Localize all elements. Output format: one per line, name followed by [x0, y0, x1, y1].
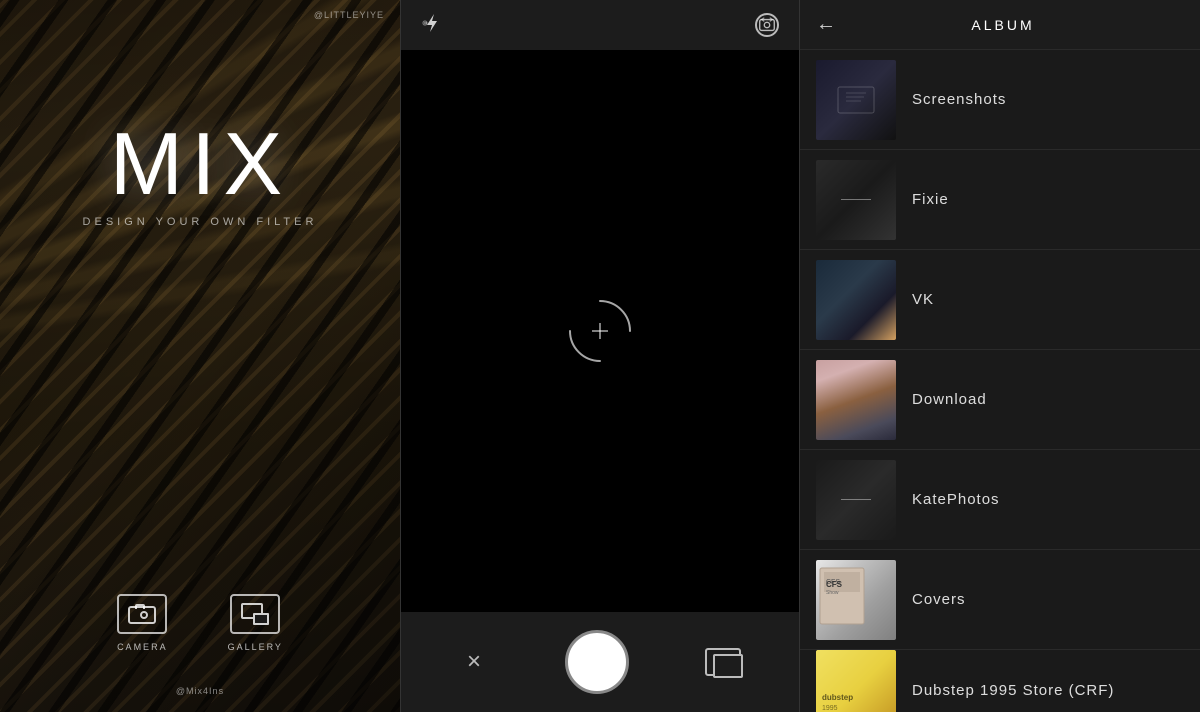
shutter-button[interactable] — [565, 630, 629, 694]
camera-viewfinder — [401, 50, 799, 612]
album-item-download[interactable]: Download — [800, 350, 1200, 450]
flip-camera-icon[interactable] — [755, 13, 779, 37]
gallery-picker-button[interactable] — [705, 648, 741, 676]
left-panel: @LITTLEYIYE MIX DESIGN YOUR OWN FILTER C… — [0, 0, 400, 712]
album-thumb-vk — [816, 260, 896, 340]
flash-icon[interactable] — [421, 12, 443, 39]
album-name-fixie: Fixie — [912, 191, 949, 208]
top-credit: @LITTLEYIYE — [314, 10, 384, 20]
camera-button[interactable]: CAMERA — [117, 594, 168, 652]
right-panel: ← ALBUM Screenshots — [800, 0, 1200, 712]
svg-text:Show: Show — [826, 590, 839, 596]
svg-text:dubstep: dubstep — [822, 693, 853, 702]
crosshair — [592, 323, 608, 339]
camera-lens — [140, 611, 148, 619]
app-subtitle: DESIGN YOUR OWN FILTER — [83, 216, 318, 228]
svg-text:1995: 1995 — [822, 705, 838, 712]
camera-bottom-bar: × — [401, 612, 799, 712]
focus-spinner — [560, 291, 640, 371]
album-thumb-katephotos — [816, 460, 896, 540]
album-item-katephotos[interactable]: KatePhotos — [800, 450, 1200, 550]
app-logo: MIX — [83, 120, 318, 208]
album-item-vk[interactable]: VK — [800, 250, 1200, 350]
album-item-covers[interactable]: CFS Show Covers — [800, 550, 1200, 650]
close-button[interactable]: × — [459, 647, 489, 677]
logo-area: MIX DESIGN YOUR OWN FILTER — [83, 120, 318, 228]
album-thumb-covers: CFS Show — [816, 560, 896, 640]
album-name-covers: Covers — [912, 591, 966, 608]
bottom-credit: @Mix4Ins — [176, 686, 224, 696]
album-name-screenshots: Screenshots — [912, 91, 1006, 108]
camera-label: CAMERA — [117, 642, 168, 652]
album-header: ← ALBUM — [800, 0, 1200, 50]
album-item-screenshots[interactable]: Screenshots — [800, 50, 1200, 150]
mid-panel: × — [400, 0, 800, 712]
album-name-last: Dubstep 1995 Store (CRF) — [912, 682, 1114, 699]
album-item-last[interactable]: dubstep 1995 Dubstep 1995 Store (CRF) — [800, 650, 1200, 712]
gallery-icon — [241, 603, 269, 625]
svg-text:CFS: CFS — [826, 579, 840, 586]
camera-icon — [128, 604, 156, 624]
bottom-buttons: CAMERA GALLERY — [0, 594, 400, 652]
camera-icon-container — [117, 594, 167, 634]
camera-body — [128, 606, 156, 624]
album-name-vk: VK — [912, 291, 934, 308]
gallery-button[interactable]: GALLERY — [228, 594, 283, 652]
album-thumb-last: dubstep 1995 — [816, 650, 896, 712]
album-item-fixie[interactable]: Fixie — [800, 150, 1200, 250]
album-name-katephotos: KatePhotos — [912, 491, 1000, 508]
album-thumb-fixie — [816, 160, 896, 240]
album-thumb-screenshots — [816, 60, 896, 140]
camera-top-bar — [401, 0, 799, 50]
album-name-download: Download — [912, 391, 987, 408]
gallery-icon-container — [230, 594, 280, 634]
gallery-label: GALLERY — [228, 642, 283, 652]
album-list: Screenshots Fixie VK Download — [800, 50, 1200, 712]
back-button[interactable]: ← — [816, 13, 836, 36]
album-title: ALBUM — [852, 17, 1154, 33]
left-content: @LITTLEYIYE MIX DESIGN YOUR OWN FILTER C… — [0, 0, 400, 712]
album-thumb-download — [816, 360, 896, 440]
gallery-inner — [253, 613, 269, 625]
